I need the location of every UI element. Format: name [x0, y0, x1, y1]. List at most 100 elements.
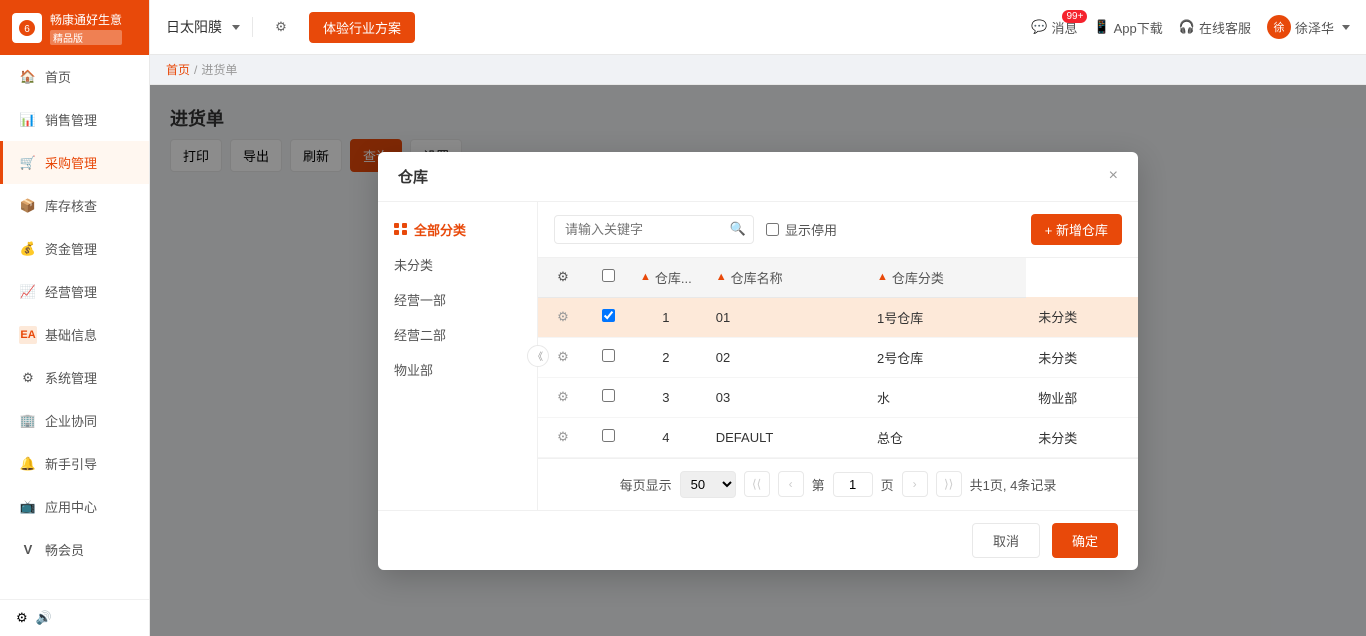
purchase-icon: 🛒	[19, 154, 37, 172]
page-number-input[interactable]	[833, 472, 873, 497]
table-row[interactable]: ⚙ 3 03 水 物业部	[538, 377, 1138, 417]
svg-text:6: 6	[24, 24, 30, 35]
home-icon: 🏠	[19, 68, 37, 86]
table-body: ⚙ 1 01 1号仓库 未分类 ⚙ 2 02 2号仓库 未分类 ⚙ 3 03 水…	[538, 297, 1138, 457]
sidebar-item-label: 销售管理	[45, 110, 97, 129]
sidebar-item-inventory[interactable]: 📦 库存核查	[0, 184, 149, 227]
inventory-icon: 📦	[19, 197, 37, 215]
th-gear: ⚙	[538, 258, 588, 298]
next-page-button[interactable]: ›	[902, 471, 928, 497]
brand-name: 日太阳膜	[166, 17, 222, 37]
brand-selector[interactable]: 日太阳膜	[166, 17, 240, 37]
first-page-button[interactable]: ⟨⟨	[744, 471, 770, 497]
breadcrumb-home[interactable]: 首页	[166, 61, 190, 78]
row-name: 2号仓库	[865, 337, 1026, 377]
sidebar-item-guide[interactable]: 🔔 新手引导	[0, 442, 149, 485]
sidebar-item-home[interactable]: 🏠 首页	[0, 55, 149, 98]
sidebar-item-operations[interactable]: 📈 经营管理	[0, 270, 149, 313]
sidebar-item-apps[interactable]: 📺 应用中心	[0, 485, 149, 528]
user-menu[interactable]: 徐 徐泽华	[1267, 15, 1350, 39]
sort-code[interactable]: ▲ 仓库...	[640, 268, 692, 287]
prev-page-button[interactable]: ‹	[778, 471, 804, 497]
select-all-checkbox[interactable]	[602, 269, 615, 282]
last-page-button[interactable]: ⟩⟩	[936, 471, 962, 497]
volume-icon[interactable]: 🔊	[36, 610, 52, 626]
warehouse-table-wrap: ⚙ ▲ 仓库...	[538, 258, 1138, 458]
cat-item-0[interactable]: 未分类	[378, 247, 537, 282]
row-code: 01	[704, 297, 865, 337]
search-icon[interactable]: 🔍	[730, 221, 746, 237]
row-checkbox[interactable]	[602, 349, 615, 362]
row-check[interactable]	[588, 297, 628, 337]
message-icon: 💬	[1031, 19, 1047, 35]
row-gear-icon[interactable]: ⚙	[557, 389, 569, 404]
row-gear-icon[interactable]: ⚙	[557, 309, 569, 324]
sort-icon-category: ▲	[877, 271, 888, 283]
row-gear[interactable]: ⚙	[538, 297, 588, 337]
sort-name[interactable]: ▲ 仓库名称	[716, 268, 853, 287]
cancel-button[interactable]: 取消	[972, 523, 1040, 558]
sidebar-item-finance[interactable]: 💰 资金管理	[0, 227, 149, 270]
sidebar-item-label: 经营管理	[45, 282, 97, 301]
sidebar: 6 畅康通好生意 精品版 🏠 首页 📊 销售管理 🛒 采购管理 📦 库存核查 💰…	[0, 0, 150, 636]
base-icon: EA	[19, 326, 37, 344]
row-category: 物业部	[1026, 377, 1138, 417]
breadcrumb: 首页 / 进货单	[150, 55, 1366, 85]
sort-category[interactable]: ▲ 仓库分类	[877, 268, 1014, 287]
sidebar-item-sales[interactable]: 📊 销售管理	[0, 98, 149, 141]
row-check[interactable]	[588, 337, 628, 377]
modal-close-button[interactable]: ×	[1109, 167, 1118, 185]
row-checkbox[interactable]	[602, 429, 615, 442]
pagination: 每页显示 50 20 100 ⟨⟨ ‹ 第 页 ›	[538, 458, 1138, 510]
row-check[interactable]	[588, 377, 628, 417]
modal-right: 🔍 显示停用 + 新增仓库	[538, 202, 1138, 510]
table-row[interactable]: ⚙ 4 DEFAULT 总仓 未分类	[538, 417, 1138, 457]
th-check	[588, 258, 628, 298]
warehouse-table: ⚙ ▲ 仓库...	[538, 258, 1138, 458]
breadcrumb-current: 进货单	[201, 61, 237, 78]
modal-footer: 取消 确定	[378, 510, 1138, 570]
settings-icon[interactable]: ⚙	[16, 610, 28, 626]
row-gear-icon[interactable]: ⚙	[557, 349, 569, 364]
trial-button[interactable]: 体验行业方案	[309, 12, 415, 43]
modal-overlay: 仓库 × 全部分类	[150, 85, 1366, 636]
add-warehouse-button[interactable]: + 新增仓库	[1031, 214, 1122, 245]
app-download-button[interactable]: 📱 App下载	[1093, 18, 1162, 37]
row-check[interactable]	[588, 417, 628, 457]
customer-service-button[interactable]: 🎧 在线客服	[1179, 18, 1251, 37]
show-disabled-label[interactable]: 显示停用	[766, 220, 837, 239]
cat-item-1[interactable]: 经营一部	[378, 282, 537, 317]
cat-item-2[interactable]: 经营二部	[378, 317, 537, 352]
table-row[interactable]: ⚙ 2 02 2号仓库 未分类	[538, 337, 1138, 377]
row-checkbox[interactable]	[602, 309, 615, 322]
notifications-button[interactable]: 💬 消息 99+	[1031, 18, 1077, 37]
category-collapse-button[interactable]: 《	[527, 345, 549, 367]
sidebar-item-member[interactable]: V 畅会员	[0, 528, 149, 571]
sidebar-item-enterprise[interactable]: 🏢 企业协同	[0, 399, 149, 442]
row-gear[interactable]: ⚙	[538, 417, 588, 457]
search-input[interactable]	[554, 215, 754, 244]
row-index: 4	[628, 417, 704, 457]
sidebar-item-system[interactable]: ⚙ 系统管理	[0, 356, 149, 399]
per-page-select[interactable]: 50 20 100	[680, 471, 736, 498]
category-panel: 全部分类 未分类 经营一部 经营二部 物业部 《	[378, 202, 538, 510]
row-category: 未分类	[1026, 417, 1138, 457]
category-grid-icon	[394, 223, 408, 235]
show-disabled-checkbox[interactable]	[766, 223, 779, 236]
category-header[interactable]: 全部分类	[378, 212, 537, 247]
headset-icon: 🎧	[1179, 19, 1195, 35]
row-checkbox[interactable]	[602, 389, 615, 402]
row-gear[interactable]: ⚙	[538, 377, 588, 417]
table-row[interactable]: ⚙ 1 01 1号仓库 未分类	[538, 297, 1138, 337]
cat-item-3[interactable]: 物业部	[378, 352, 537, 387]
modal-title: 仓库	[398, 166, 428, 187]
sales-icon: 📊	[19, 111, 37, 129]
sidebar-item-purchase[interactable]: 🛒 采购管理	[0, 141, 149, 184]
sidebar-item-label: 库存核查	[45, 196, 97, 215]
topbar-gear-button[interactable]: ⚙	[265, 11, 297, 43]
confirm-button[interactable]: 确定	[1052, 523, 1118, 558]
sidebar-item-label: 畅会员	[45, 540, 84, 559]
row-gear-icon[interactable]: ⚙	[557, 429, 569, 444]
sidebar-item-base[interactable]: EA 基础信息	[0, 313, 149, 356]
row-category: 未分类	[1026, 337, 1138, 377]
